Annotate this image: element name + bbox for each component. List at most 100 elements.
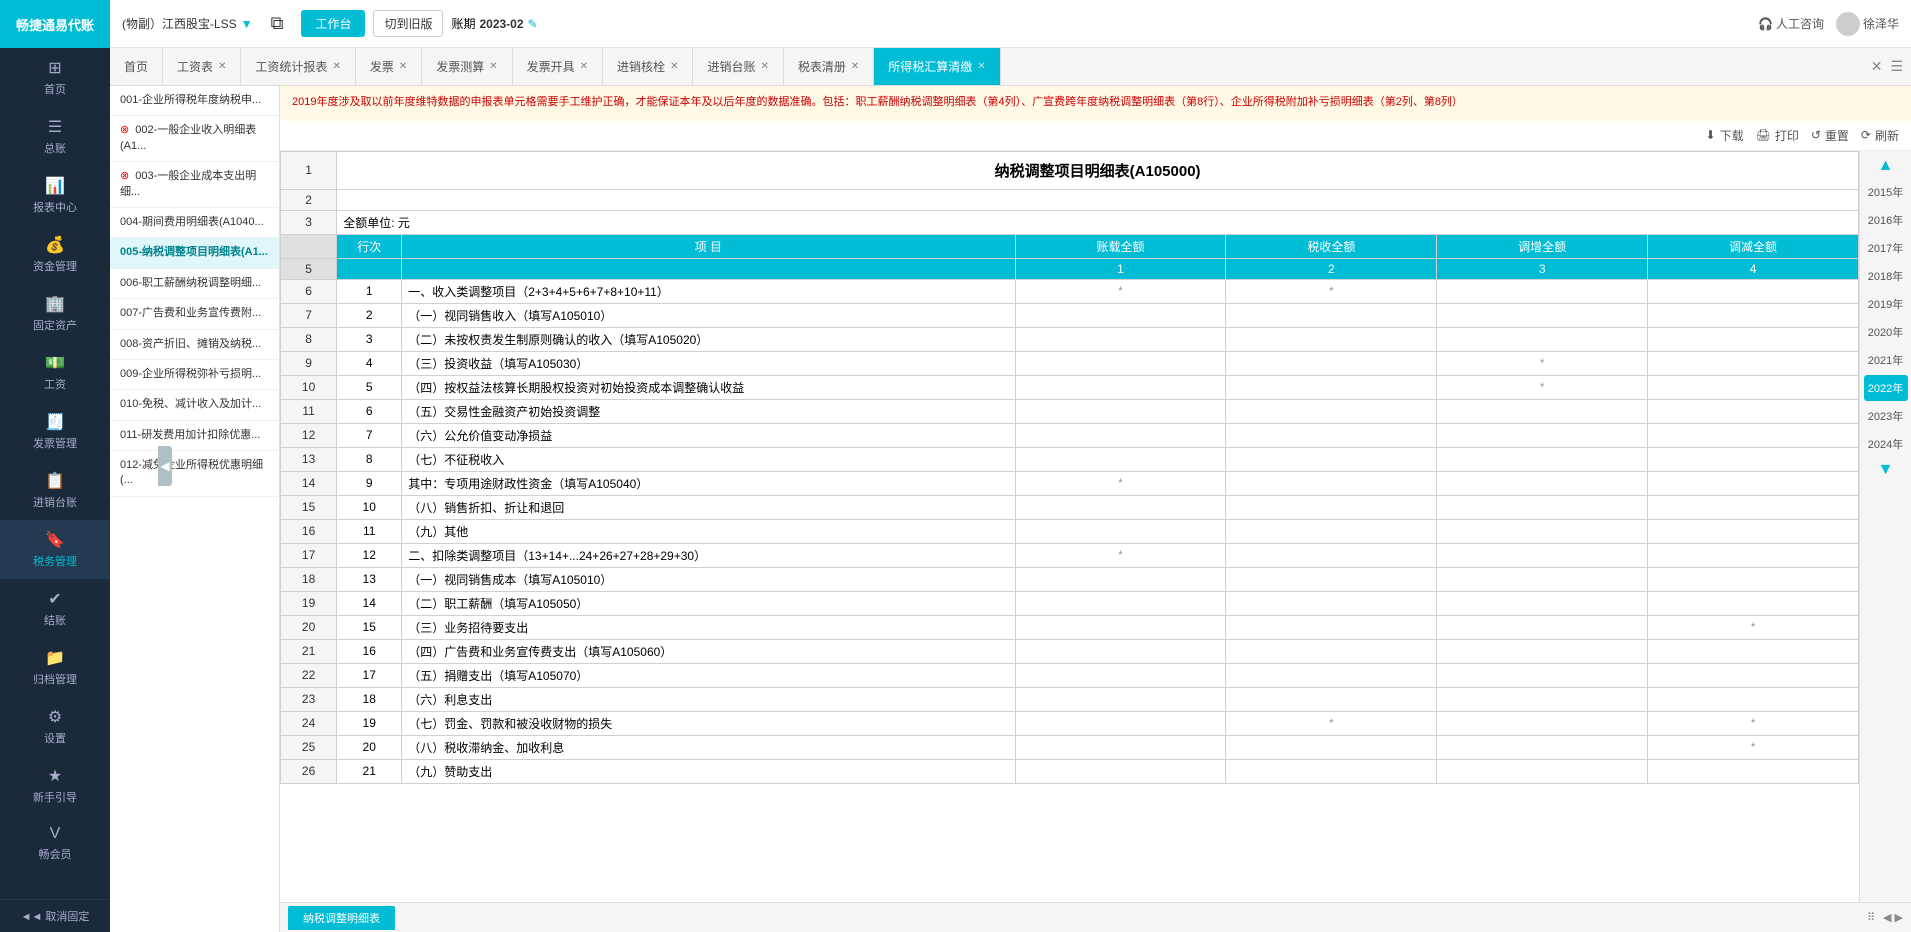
year-2018[interactable]: 2018年 xyxy=(1864,263,1908,289)
row-v3[interactable] xyxy=(1437,519,1648,543)
tab-invoice-calc-close[interactable]: ✕ xyxy=(489,61,497,72)
left-item-008[interactable]: 008-资产折旧、摊销及纳税... xyxy=(110,330,279,360)
row-v4[interactable] xyxy=(1648,639,1859,663)
left-item-004[interactable]: 004-期间费用明细表(A1040... xyxy=(110,208,279,238)
sidebar-item-settle[interactable]: ✔ 结账 xyxy=(0,579,110,638)
row-v4[interactable] xyxy=(1648,471,1859,495)
row-v1[interactable] xyxy=(1015,519,1226,543)
sidebar-item-ledger[interactable]: ☰ 总账 xyxy=(0,107,110,166)
row-v4[interactable] xyxy=(1648,663,1859,687)
row-v4[interactable]: * xyxy=(1648,711,1859,735)
row-v1[interactable] xyxy=(1015,399,1226,423)
year-nav-up[interactable]: ▲ xyxy=(1872,155,1900,177)
row-v4[interactable] xyxy=(1648,327,1859,351)
row-v2[interactable] xyxy=(1226,303,1437,327)
left-item-010[interactable]: 010-免税、减计收入及加计... xyxy=(110,390,279,420)
sidebar-item-funds[interactable]: 💰 资金管理 xyxy=(0,225,110,284)
row-v2[interactable] xyxy=(1226,735,1437,759)
row-v2[interactable] xyxy=(1226,447,1437,471)
sidebar-item-reports[interactable]: 📊 报表中心 xyxy=(0,166,110,225)
tab-purchase-ledger[interactable]: 进销台账 ✕ xyxy=(693,48,783,85)
year-2024[interactable]: 2024年 xyxy=(1864,431,1908,457)
row-v4[interactable] xyxy=(1648,447,1859,471)
row-v2[interactable] xyxy=(1226,351,1437,375)
sidebar-item-guide[interactable]: ★ 新手引导 xyxy=(0,756,110,815)
year-2017[interactable]: 2017年 xyxy=(1864,235,1908,261)
row-v1[interactable] xyxy=(1015,303,1226,327)
row-v3[interactable] xyxy=(1437,711,1648,735)
tab-salary[interactable]: 工资表 ✕ xyxy=(163,48,241,85)
left-item-007[interactable]: 007-广告费和业务宣传费附... xyxy=(110,299,279,329)
row-v2[interactable] xyxy=(1226,687,1437,711)
row-v4[interactable]: * xyxy=(1648,735,1859,759)
row-v4[interactable] xyxy=(1648,567,1859,591)
bottom-tab-adjust[interactable]: 纳税调整明细表 xyxy=(288,906,395,930)
sidebar-item-assets[interactable]: 🏢 固定资产 xyxy=(0,284,110,343)
left-item-009[interactable]: 009-企业所得税弥补亏损明... xyxy=(110,360,279,390)
row-v2[interactable] xyxy=(1226,663,1437,687)
tab-salary-report[interactable]: 工资统计报表 ✕ xyxy=(241,48,355,85)
row-v4[interactable] xyxy=(1648,399,1859,423)
row-v3[interactable] xyxy=(1437,639,1648,663)
row-v4[interactable] xyxy=(1648,495,1859,519)
row-v3[interactable] xyxy=(1437,615,1648,639)
row-v2[interactable] xyxy=(1226,519,1437,543)
user-avatar[interactable]: 徐泽华 xyxy=(1836,12,1899,36)
sidebar-item-settings[interactable]: ⚙ 设置 xyxy=(0,697,110,756)
left-item-012[interactable]: 012-减免企业所得税优惠明细(... xyxy=(110,451,279,497)
row-v2[interactable] xyxy=(1226,543,1437,567)
tab-invoice-calc[interactable]: 发票测算 ✕ xyxy=(422,48,512,85)
row-v2[interactable] xyxy=(1226,375,1437,399)
tab-close-all[interactable]: ✕ xyxy=(1871,58,1883,75)
period-edit-icon[interactable]: ✎ xyxy=(528,17,538,31)
row-v4[interactable] xyxy=(1648,543,1859,567)
tab-income-tax-close[interactable]: ✕ xyxy=(977,61,985,72)
row-v1[interactable] xyxy=(1015,591,1226,615)
year-2016[interactable]: 2016年 xyxy=(1864,207,1908,233)
row-v2[interactable] xyxy=(1226,759,1437,783)
tab-income-tax[interactable]: 所得税汇算清缴 ✕ xyxy=(874,48,1000,85)
switch-btn[interactable]: 切到旧版 xyxy=(373,10,443,37)
user-service-btn[interactable]: 🎧 人工咨询 xyxy=(1758,15,1824,32)
row-v4[interactable] xyxy=(1648,279,1859,303)
sidebar-item-salary[interactable]: 💵 工资 xyxy=(0,343,110,402)
row-v3[interactable] xyxy=(1437,543,1648,567)
row-v3[interactable] xyxy=(1437,399,1648,423)
tab-purchase-check-close[interactable]: ✕ xyxy=(670,61,678,72)
row-v3[interactable] xyxy=(1437,447,1648,471)
row-v3[interactable] xyxy=(1437,279,1648,303)
row-v1[interactable]: * xyxy=(1015,471,1226,495)
row-v2[interactable] xyxy=(1226,495,1437,519)
row-v3[interactable] xyxy=(1437,591,1648,615)
sidebar-item-home[interactable]: ⊞ 首页 xyxy=(0,48,110,107)
row-v3[interactable] xyxy=(1437,759,1648,783)
row-v1[interactable]: * xyxy=(1015,279,1226,303)
tab-salary-close[interactable]: ✕ xyxy=(218,61,226,72)
row-v2[interactable] xyxy=(1226,639,1437,663)
row-v1[interactable] xyxy=(1015,327,1226,351)
row-v4[interactable]: * xyxy=(1648,615,1859,639)
row-v2[interactable] xyxy=(1226,615,1437,639)
left-item-006[interactable]: 006-职工薪酬纳税调整明细... xyxy=(110,269,279,299)
left-item-003[interactable]: ⊗ 003-一般企业成本支出明细... xyxy=(110,162,279,208)
year-2020[interactable]: 2020年 xyxy=(1864,319,1908,345)
row-v2[interactable] xyxy=(1226,423,1437,447)
refresh-btn[interactable]: ⟳ 刷新 xyxy=(1861,127,1899,144)
print-btn[interactable]: 🖨 打印 xyxy=(1756,127,1799,144)
tab-invoice-close[interactable]: ✕ xyxy=(399,61,407,72)
sidebar-item-member[interactable]: V 畅会员 xyxy=(0,815,110,872)
row-v2[interactable] xyxy=(1226,567,1437,591)
row-v3[interactable] xyxy=(1437,735,1648,759)
row-v4[interactable] xyxy=(1648,519,1859,543)
bottom-scroll-left[interactable]: ⠿ xyxy=(1867,911,1875,924)
tab-purchase-ledger-close[interactable]: ✕ xyxy=(760,61,768,72)
row-v3[interactable] xyxy=(1437,663,1648,687)
row-v1[interactable] xyxy=(1015,735,1226,759)
row-v1[interactable] xyxy=(1015,495,1226,519)
row-v4[interactable] xyxy=(1648,423,1859,447)
row-v3[interactable] xyxy=(1437,423,1648,447)
row-v2[interactable] xyxy=(1226,399,1437,423)
sidebar-item-purchase[interactable]: 📋 进销台账 xyxy=(0,461,110,520)
workspace-btn[interactable]: 工作台 xyxy=(301,10,365,37)
year-2022[interactable]: 2022年 xyxy=(1864,375,1908,401)
